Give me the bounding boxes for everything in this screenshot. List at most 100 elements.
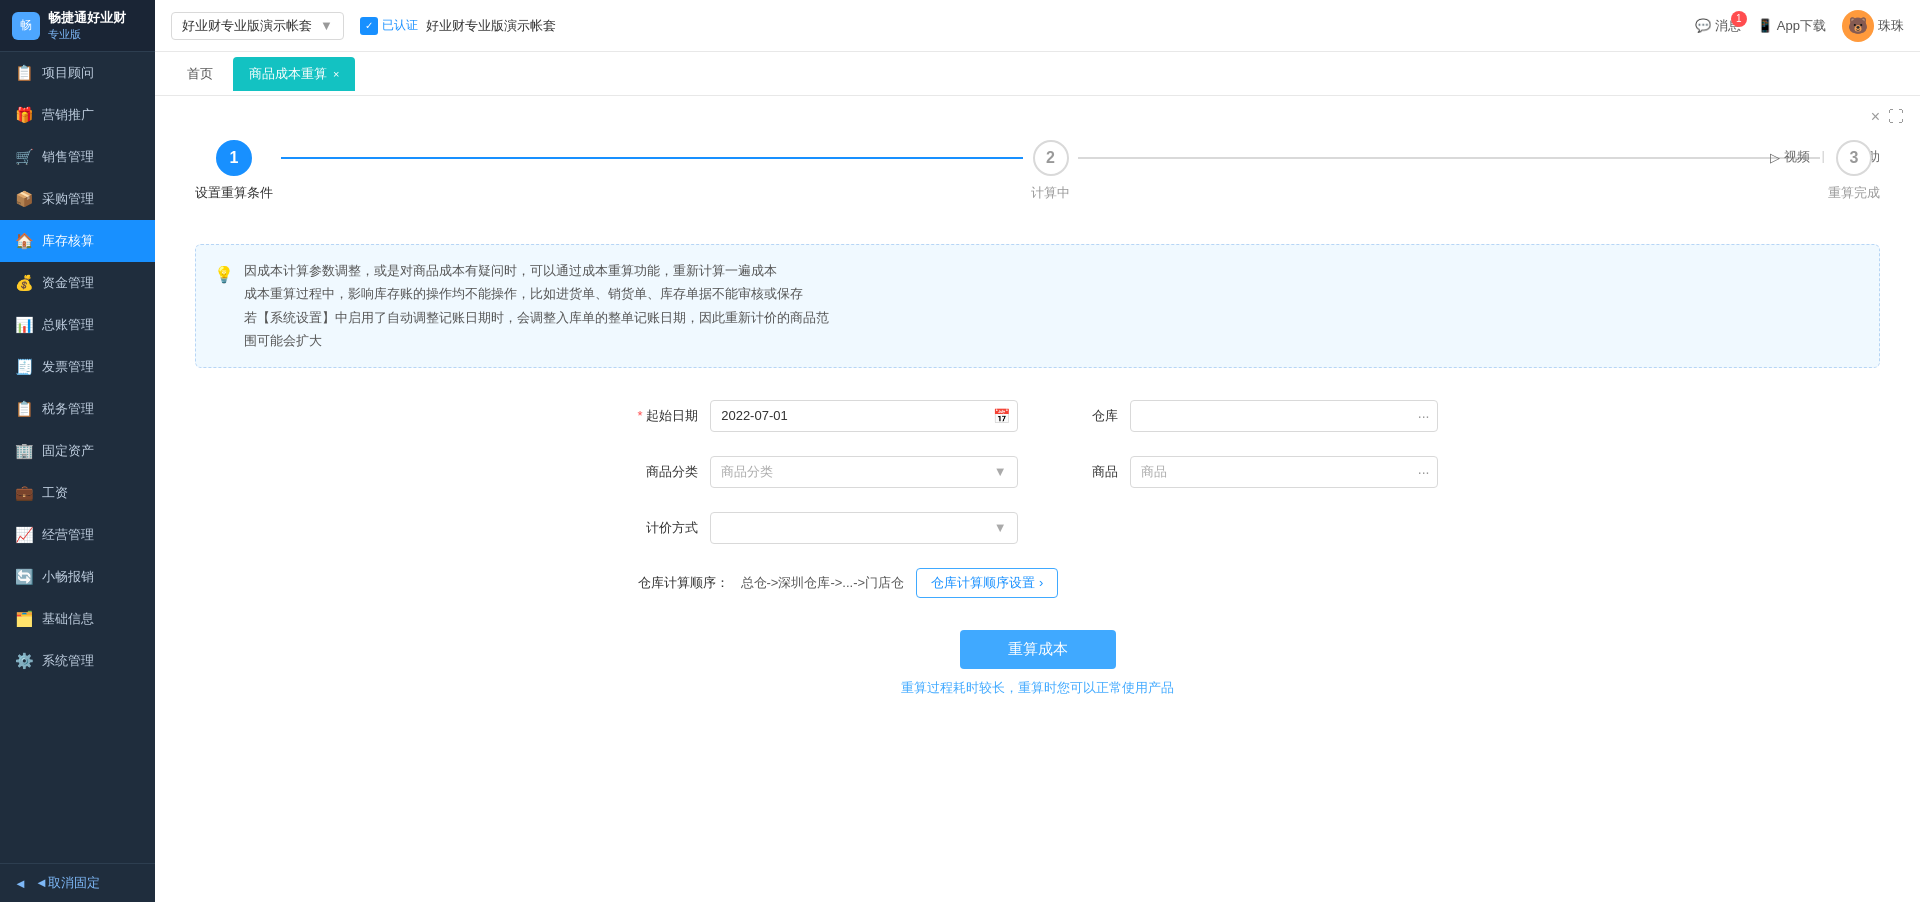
pricing-label: 计价方式: [638, 519, 698, 537]
step-3-label: 重算完成: [1828, 184, 1880, 202]
sidebar-nav: 📋 项目顾问 🎁 营销推广 🛒 销售管理 📦 采购管理 🏠 库存核算 💰 资金管…: [0, 52, 155, 863]
tax-label: 税务管理: [42, 400, 94, 418]
step-1-label: 设置重算条件: [195, 184, 273, 202]
sidebar-item-purchase[interactable]: 📦 采购管理: [0, 178, 155, 220]
tab-label-cost-recalc: 商品成本重算: [249, 65, 327, 83]
invoice-label: 发票管理: [42, 358, 94, 376]
warehouse-more-icon[interactable]: ···: [1418, 408, 1430, 424]
logo-text: 畅捷通好业财 专业版: [48, 10, 126, 41]
step-line-1: [281, 157, 1023, 159]
step-1-circle: 1: [216, 140, 252, 176]
form-row-1: * 起始日期 2022-07-01 📅 仓库: [638, 400, 1438, 432]
recalculate-hint: 重算过程耗时较长，重算时您可以正常使用产品: [638, 679, 1438, 697]
accounting-icon: 📊: [14, 315, 34, 335]
pricing-field: 计价方式 ▼: [638, 512, 1018, 544]
tab-close-cost-recalc[interactable]: ×: [333, 68, 339, 80]
play-icon: ▷: [1770, 150, 1780, 165]
avatar: 🐻: [1842, 10, 1874, 42]
category-label: 商品分类: [638, 463, 698, 481]
sidebar-item-operations[interactable]: 📈 经营管理: [0, 514, 155, 556]
tabbar: 首页 商品成本重算 ×: [155, 52, 1920, 96]
start-date-wrapper: 2022-07-01 📅: [710, 400, 1017, 432]
app-download-action[interactable]: 📱 App下载: [1757, 17, 1826, 35]
expense-icon: 🔄: [14, 567, 34, 587]
assets-icon: 🏢: [14, 441, 34, 461]
pricing-dropdown-icon: ▼: [994, 520, 1007, 535]
form-row-3: 计价方式 ▼: [638, 512, 1438, 544]
sales-icon: 🛒: [14, 147, 34, 167]
sidebar-item-project[interactable]: 📋 项目顾问: [0, 52, 155, 94]
step-line-2: [1078, 157, 1820, 159]
certified-badge: ✓ 已认证: [360, 17, 418, 35]
sidebar-item-payroll[interactable]: 💼 工资: [0, 472, 155, 514]
start-date-field: * 起始日期 2022-07-01 📅: [638, 400, 1018, 432]
step-2-label: 计算中: [1031, 184, 1070, 202]
messages-action[interactable]: 💬 消息 1: [1695, 17, 1741, 35]
start-date-input[interactable]: 2022-07-01: [710, 400, 1017, 432]
sidebar-logo[interactable]: 畅 畅捷通好业财 专业版: [0, 0, 155, 52]
account-selector[interactable]: 好业财专业版演示帐套 ▼: [171, 12, 344, 40]
topbar-right: 💬 消息 1 📱 App下载 🐻 珠珠: [1695, 10, 1904, 42]
sidebar-item-tax[interactable]: 📋 税务管理: [0, 388, 155, 430]
sidebar-item-basic[interactable]: 🗂️ 基础信息: [0, 598, 155, 640]
warehouse-input[interactable]: [1130, 400, 1438, 432]
warehouse-input-wrapper: ···: [1130, 400, 1438, 432]
sidebar-item-inventory[interactable]: 🏠 库存核算: [0, 220, 155, 262]
warehouse-order-row: 仓库计算顺序： 总仓->深圳仓库->...->门店仓 仓库计算顺序设置 ›: [638, 568, 1438, 598]
category-select[interactable]: 商品分类 ▼: [710, 456, 1018, 488]
recalculate-button[interactable]: 重算成本: [960, 630, 1116, 669]
sales-label: 销售管理: [42, 148, 94, 166]
user-profile[interactable]: 🐻 珠珠: [1842, 10, 1904, 42]
video-link[interactable]: ▷ 视频: [1770, 148, 1810, 166]
sidebar-item-invoice[interactable]: 🧾 发票管理: [0, 346, 155, 388]
sidebar-item-marketing[interactable]: 🎁 营销推广: [0, 94, 155, 136]
steps-container: 1 设置重算条件 2 计算中 3 重算完成 ▷ 视频 | ⓪: [195, 120, 1880, 212]
logo-icon: 畅: [12, 12, 40, 40]
payroll-label: 工资: [42, 484, 68, 502]
category-dropdown-icon: ▼: [994, 464, 1007, 479]
warehouse-label: 仓库: [1058, 407, 1118, 425]
sidebar-item-assets[interactable]: 🏢 固定资产: [0, 430, 155, 472]
sidebar-item-system[interactable]: ⚙️ 系统管理: [0, 640, 155, 682]
unpin-icon: ◄: [14, 876, 27, 891]
sidebar-item-accounting[interactable]: 📊 总账管理: [0, 304, 155, 346]
warehouse-order-settings-button[interactable]: 仓库计算顺序设置 ›: [916, 568, 1058, 598]
step-2-circle: 2: [1033, 140, 1069, 176]
step-1: 1 设置重算条件: [195, 140, 273, 202]
tab-cost-recalc[interactable]: 商品成本重算 ×: [233, 57, 355, 91]
payroll-icon: 💼: [14, 483, 34, 503]
sidebar-item-finance[interactable]: 💰 资金管理: [0, 262, 155, 304]
message-icon: 💬: [1695, 18, 1711, 33]
expense-label: 小畅报销: [42, 568, 94, 586]
sidebar-unpin[interactable]: ◄ ◄取消固定: [0, 863, 155, 902]
step-3: 3 重算完成: [1828, 140, 1880, 202]
goods-field: 商品 商品 ···: [1058, 456, 1438, 488]
system-label: 系统管理: [42, 652, 94, 670]
goods-more-icon[interactable]: ···: [1418, 464, 1430, 480]
notification-count-badge: 1: [1731, 11, 1747, 27]
expand-button[interactable]: ⛶: [1888, 108, 1904, 126]
goods-input[interactable]: 商品: [1130, 456, 1438, 488]
dropdown-arrow-icon: ▼: [320, 18, 333, 33]
pricing-select[interactable]: ▼: [710, 512, 1018, 544]
topbar-left: 好业财专业版演示帐套 ▼ ✓ 已认证 好业财专业版演示帐套: [171, 12, 1695, 40]
tax-icon: 📋: [14, 399, 34, 419]
operations-label: 经营管理: [42, 526, 94, 544]
info-text: 因成本计算参数调整，或是对商品成本有疑问时，可以通过成本重算功能，重新计算一遍成…: [244, 259, 829, 353]
warehouse-order-value: 总仓->深圳仓库->...->门店仓: [741, 574, 905, 592]
project-icon: 📋: [14, 63, 34, 83]
basic-icon: 🗂️: [14, 609, 34, 629]
system-icon: ⚙️: [14, 651, 34, 671]
inventory-icon: 🏠: [14, 231, 34, 251]
goods-label: 商品: [1058, 463, 1118, 481]
category-field: 商品分类 商品分类 ▼: [638, 456, 1018, 488]
sidebar-item-expense[interactable]: 🔄 小畅报销: [0, 556, 155, 598]
arrow-right-icon: ›: [1039, 575, 1043, 590]
warehouse-order-label: 仓库计算顺序：: [638, 574, 729, 592]
tab-home[interactable]: 首页: [171, 57, 229, 91]
calendar-icon: 📅: [993, 408, 1010, 424]
warehouse-field: 仓库 ···: [1058, 400, 1438, 432]
goods-input-wrapper: 商品 ···: [1130, 456, 1438, 488]
sidebar-item-sales[interactable]: 🛒 销售管理: [0, 136, 155, 178]
shield-icon: ✓: [360, 17, 378, 35]
